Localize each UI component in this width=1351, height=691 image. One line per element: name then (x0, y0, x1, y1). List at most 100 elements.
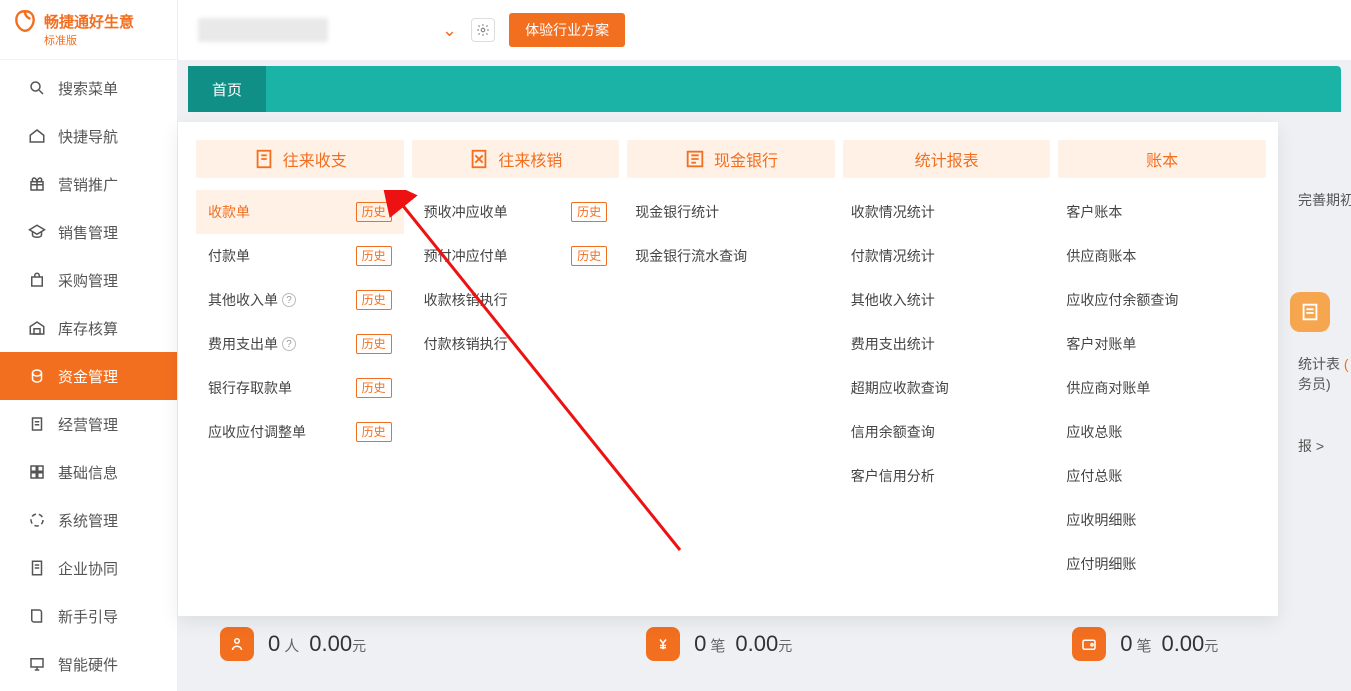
stat-unit: 笔 (710, 638, 725, 655)
history-badge[interactable]: 历史 (356, 246, 392, 266)
sidebar-item-sales[interactable]: 销售管理 (0, 208, 177, 256)
history-badge[interactable]: 历史 (571, 202, 607, 222)
menu-item-label: 付款单 (208, 246, 250, 266)
loader-icon (28, 511, 46, 529)
hint-report[interactable]: 报 > (1286, 436, 1347, 456)
sidebar-item-guide[interactable]: 新手引导 (0, 592, 177, 640)
sidebar-item-purchase[interactable]: 采购管理 (0, 256, 177, 304)
menu-item-overdue-ar-query[interactable]: 超期应收款查询 (843, 366, 1051, 410)
menu-item-receipt[interactable]: 收款单 历史 (196, 190, 404, 234)
sidebar-item-marketing[interactable]: 营销推广 (0, 160, 177, 208)
brand-logo-icon (12, 8, 38, 34)
org-name-redacted (198, 18, 328, 42)
menu-item-label: 预收冲应收单 (424, 202, 508, 222)
menu-item-label: 客户对账单 (1066, 334, 1136, 354)
sidebar-item-basic[interactable]: 基础信息 (0, 448, 177, 496)
menu-item-bank-transfer[interactable]: 银行存取款单历史 (196, 366, 404, 410)
menu-item-label: 付款情况统计 (851, 246, 935, 266)
hint-complete-initial[interactable]: 完善期初 (1286, 190, 1347, 210)
sidebar-item-quicknav[interactable]: 快捷导航 (0, 112, 177, 160)
money-icon (28, 367, 46, 385)
menu-item-cash-bank-flow[interactable]: 现金银行流水查询 (627, 234, 835, 278)
menu-item-receipt-stats[interactable]: 收款情况统计 (843, 190, 1051, 234)
menu-item-label: 应收总账 (1066, 422, 1122, 442)
sales-icon (28, 223, 46, 241)
mega-col-reports: 统计报表 收款情况统计 付款情况统计 其他收入统计 费用支出统计 超期应收款查询… (843, 140, 1051, 586)
help-icon[interactable]: ? (282, 293, 296, 307)
menu-item-pre-ap[interactable]: 预付冲应付单历史 (412, 234, 620, 278)
sidebar-item-label: 销售管理 (58, 222, 118, 243)
menu-item-ar-ap-adjust[interactable]: 应收应付调整单历史 (196, 410, 404, 454)
menu-item-expense-stats[interactable]: 费用支出统计 (843, 322, 1051, 366)
menu-item-supplier-statement[interactable]: 供应商对账单 (1058, 366, 1266, 410)
sidebar-item-hardware[interactable]: 智能硬件 (0, 640, 177, 688)
menu-item-customer-statement[interactable]: 客户对账单 (1058, 322, 1266, 366)
menu-item-ar-detail[interactable]: 应收明细账 (1058, 498, 1266, 542)
menu-item-receipt-writeoff[interactable]: 收款核销执行 (412, 278, 620, 322)
hint-stats[interactable]: 统计表 (务员) (1286, 354, 1347, 394)
home-icon (28, 127, 46, 145)
shortcut-badge[interactable] (1290, 292, 1330, 332)
bag-icon (28, 271, 46, 289)
industry-template-button[interactable]: 体验行业方案 (509, 13, 625, 47)
menu-item-label: 应付明细账 (1066, 554, 1136, 574)
menu-item-payment-writeoff[interactable]: 付款核销执行 (412, 322, 620, 366)
mega-col-header: 现金银行 (627, 140, 835, 178)
menu-item-label: 费用支出单 (208, 334, 278, 354)
sidebar-item-label: 搜索菜单 (58, 78, 118, 99)
stat-count: 0 (694, 631, 706, 656)
stat-amount: 0.00 (309, 631, 352, 656)
sidebar-item-label: 企业协同 (58, 558, 118, 579)
menu-item-otherincome-stats[interactable]: 其他收入统计 (843, 278, 1051, 322)
menu-item-customer-ledger[interactable]: 客户账本 (1058, 190, 1266, 234)
menu-item-expense[interactable]: 费用支出单? 历史 (196, 322, 404, 366)
menu-item-credit-balance[interactable]: 信用余额查询 (843, 410, 1051, 454)
help-icon[interactable]: ? (282, 337, 296, 351)
menu-item-ar-general[interactable]: 应收总账 (1058, 410, 1266, 454)
history-badge[interactable]: 历史 (356, 378, 392, 398)
menu-item-supplier-ledger[interactable]: 供应商账本 (1058, 234, 1266, 278)
tab-label: 首页 (212, 79, 242, 100)
menu-item-label: 其他收入统计 (851, 290, 935, 310)
sidebar-item-system[interactable]: 系统管理 (0, 496, 177, 544)
menu-item-label: 现金银行统计 (635, 202, 719, 222)
sidebar-item-label: 资金管理 (58, 366, 118, 387)
history-badge[interactable]: 历史 (356, 422, 392, 442)
history-badge[interactable]: 历史 (356, 334, 392, 354)
menu-item-payment-stats[interactable]: 付款情况统计 (843, 234, 1051, 278)
sidebar-item-inventory[interactable]: 库存核算 (0, 304, 177, 352)
menu-item-ap-general[interactable]: 应付总账 (1058, 454, 1266, 498)
mega-col-title: 统计报表 (915, 147, 979, 171)
mega-col-title: 账本 (1146, 147, 1178, 171)
sidebar-item-label: 经营管理 (58, 414, 118, 435)
settings-button[interactable] (471, 18, 495, 42)
chevron-down-icon[interactable]: ⌄ (442, 20, 457, 41)
menu-item-label: 费用支出统计 (851, 334, 935, 354)
clipboard-icon (28, 415, 46, 433)
history-badge[interactable]: 历史 (356, 202, 392, 222)
menu-item-ap-detail[interactable]: 应付明细账 (1058, 542, 1266, 586)
stat-unit: 笔 (1136, 638, 1151, 655)
sidebar-item-ops[interactable]: 经营管理 (0, 400, 177, 448)
menu-item-customer-credit[interactable]: 客户信用分析 (843, 454, 1051, 498)
menu-item-payment[interactable]: 付款单 历史 (196, 234, 404, 278)
sidebar-item-search[interactable]: 搜索菜单 (0, 64, 177, 112)
stat-count: 0 (268, 631, 280, 656)
menu-item-arap-balance[interactable]: 应收应付余额查询 (1058, 278, 1266, 322)
topbar: ⌄ 体验行业方案 (178, 0, 1351, 60)
sidebar-item-label: 系统管理 (58, 510, 118, 531)
bank-icon (684, 148, 706, 170)
doc-icon (28, 559, 46, 577)
sidebar-item-coop[interactable]: 企业协同 (0, 544, 177, 592)
menu-item-cash-bank-stats[interactable]: 现金银行统计 (627, 190, 835, 234)
tab-home[interactable]: 首页 (188, 66, 266, 112)
sidebar-item-funds[interactable]: 资金管理 (0, 352, 177, 400)
history-badge[interactable]: 历史 (571, 246, 607, 266)
menu-item-other-income[interactable]: 其他收入单?历史 (196, 278, 404, 322)
sidebar: 畅捷通好生意 标准版 搜索菜单 快捷导航 营销推广 销售管理 采购管理 库存核算… (0, 0, 178, 691)
menu-item-pre-ar[interactable]: 预收冲应收单 历史 (412, 190, 620, 234)
menu-item-label: 收款单 (208, 202, 250, 222)
mega-col-header: 账本 (1058, 140, 1266, 178)
brand-block: 畅捷通好生意 标准版 (0, 0, 177, 60)
history-badge[interactable]: 历史 (356, 290, 392, 310)
